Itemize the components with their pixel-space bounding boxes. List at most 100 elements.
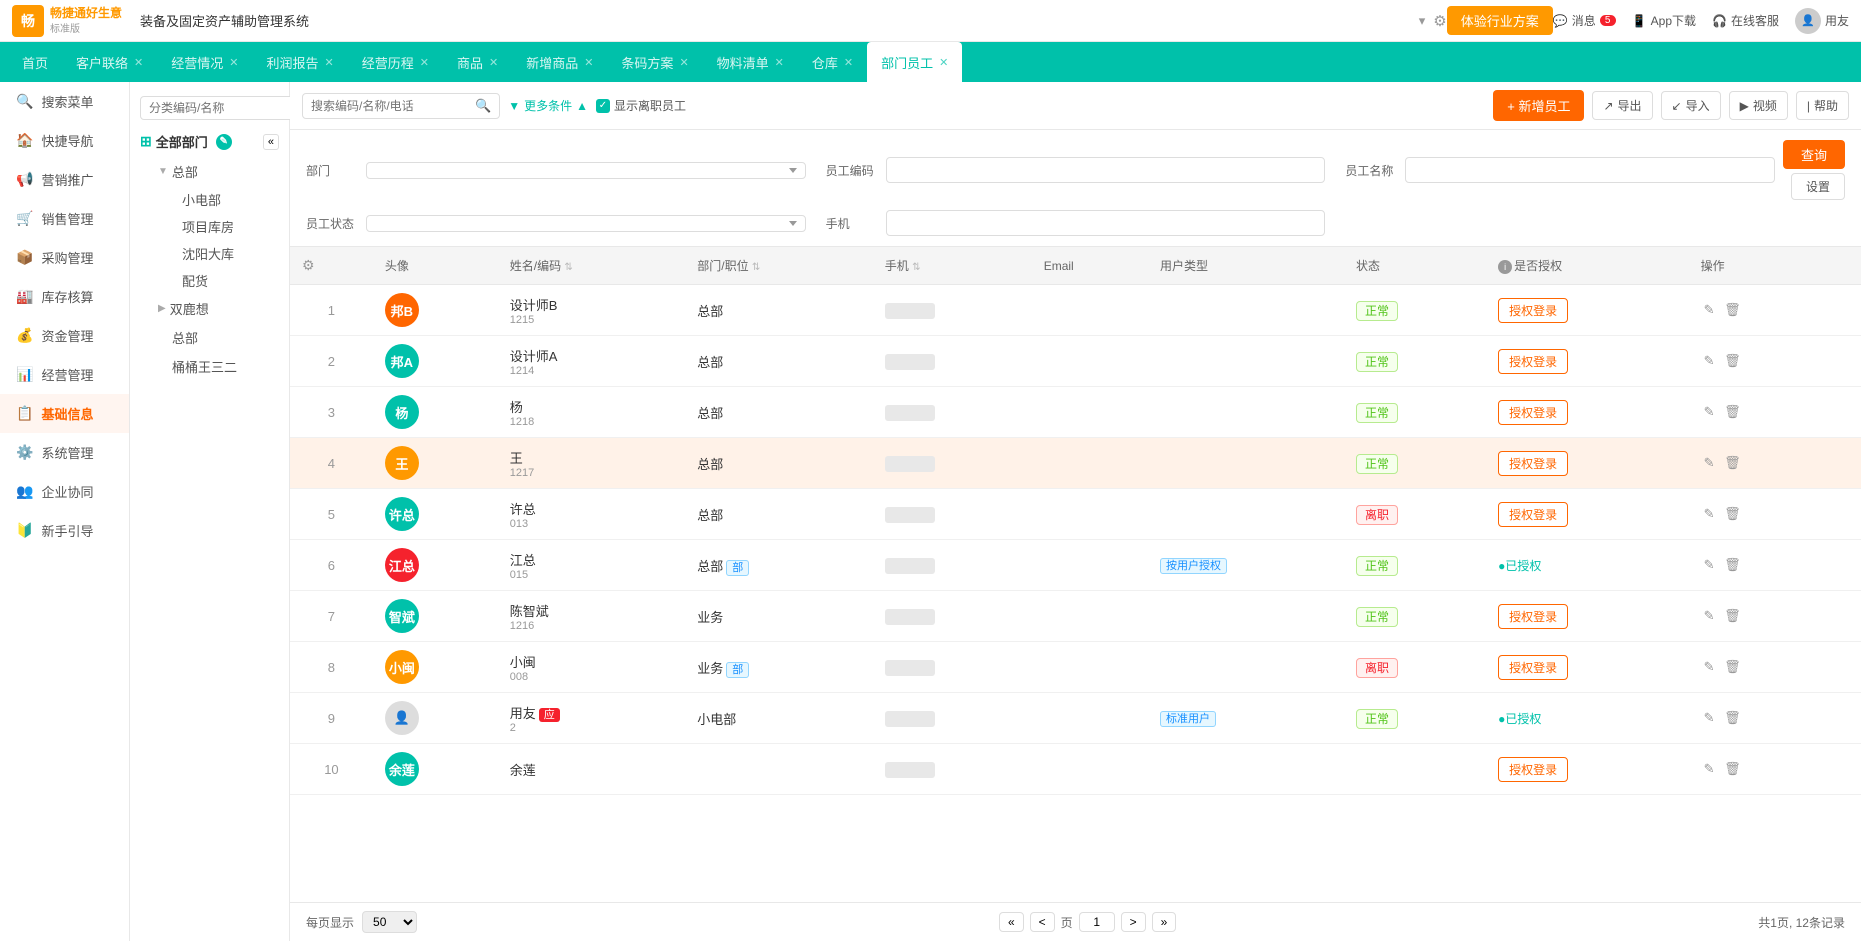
delete-btn[interactable]: 🗑 [1724,455,1741,470]
help-btn[interactable]: | 帮助 [1796,91,1849,120]
auth-login-btn[interactable]: 授权登录 [1498,400,1568,425]
edit-btn[interactable]: ✎ [1704,506,1715,521]
tab-goods[interactable]: 商品✕ [443,42,512,82]
prev-page-btn[interactable]: < [1030,912,1055,932]
filter-set-btn[interactable]: 设置 [1791,173,1845,200]
dept-node-tongwang[interactable]: 桶桶王三二 [138,352,289,381]
edit-btn[interactable]: ✎ [1704,404,1715,419]
delete-btn[interactable]: 🗑 [1724,506,1741,521]
dept-tree: 🔍 ⊞ 全部部门 ✎ « ▼ 总部 小电部 项目库房 沈阳大 [130,82,290,941]
sidebar-item-sales[interactable]: 🛒 销售管理 [0,199,129,238]
auth-login-btn[interactable]: 授权登录 [1498,757,1568,782]
delete-btn[interactable]: 🗑 [1724,302,1741,317]
delete-btn[interactable]: 🗑 [1724,353,1741,368]
table-gear-icon[interactable]: ⚙ [302,257,315,273]
dept-child-shenyang[interactable]: 沈阳大库 [154,240,289,267]
sidebar-item-guide[interactable]: 🔰 新手引导 [0,511,129,550]
sidebar-item-quicknav[interactable]: 🏠 快捷导航 [0,121,129,160]
gear-top-icon[interactable]: ⚙ [1433,12,1446,30]
delete-btn[interactable]: 🗑 [1724,557,1741,572]
page-input[interactable] [1079,912,1115,932]
dept-search-input[interactable] [140,96,313,120]
last-page-btn[interactable]: » [1152,912,1177,932]
app-download-btn[interactable]: 📱 App下载 [1632,12,1696,29]
filter-more-btn[interactable]: ▼ 更多条件 ▲ [508,97,588,114]
col-name[interactable]: 姓名/编码 ⇅ [498,247,686,285]
view-btn[interactable]: ▶ 视频 [1729,91,1788,120]
auth-login-btn[interactable]: 授权登录 [1498,655,1568,680]
per-page-select[interactable]: 50 100 200 [362,911,417,933]
sidebar-item-finance[interactable]: 💰 资金管理 [0,316,129,355]
delete-btn[interactable]: 🗑 [1724,404,1741,419]
search-input[interactable] [311,99,471,113]
sidebar-item-basic[interactable]: 📋 基础信息 [0,394,129,433]
dept-child-project[interactable]: 项目库房 [154,213,289,240]
tab-bom[interactable]: 物料清单✕ [703,42,798,82]
sidebar-item-purchase[interactable]: 📦 采购管理 [0,238,129,277]
dept-node-zongbu[interactable]: 总部 [138,323,289,352]
edit-btn[interactable]: ✎ [1704,608,1715,623]
try-button[interactable]: 体验行业方案 [1447,6,1553,35]
col-gear[interactable]: ⚙ [290,247,373,285]
show-inactive-btn[interactable]: ✓ 显示离职员工 [596,97,686,114]
tab-new-goods[interactable]: 新增商品✕ [512,42,607,82]
import-btn[interactable]: ↙ 导入 [1661,91,1721,120]
filter-empcode-input[interactable] [886,157,1326,183]
sidebar-item-search[interactable]: 🔍 搜索菜单 [0,82,129,121]
filter-phone-input[interactable] [886,210,1326,236]
tab-customer[interactable]: 客户联络✕ [62,42,157,82]
tab-dept-emp[interactable]: 部门员工✕ [867,42,962,82]
tab-profit[interactable]: 利润报告✕ [252,42,347,82]
tab-warehouse[interactable]: 仓库✕ [798,42,867,82]
sidebar-item-inventory[interactable]: 🏭 库存核算 [0,277,129,316]
sidebar-item-marketing[interactable]: 📢 营销推广 [0,160,129,199]
filter-search-btn[interactable]: 查询 [1783,140,1845,169]
dept-node-general[interactable]: ▼ 总部 [138,157,289,186]
dropdown-icon[interactable]: ▾ [1419,13,1426,29]
tab-operation[interactable]: 经营情况✕ [157,42,252,82]
filter-status-select[interactable] [366,215,806,232]
auth-login-btn[interactable]: 授权登录 [1498,451,1568,476]
message-btn[interactable]: 💬 消息 5 [1553,12,1616,29]
delete-btn[interactable]: 🗑 [1724,710,1741,725]
dept-node-shuangluxiang[interactable]: ▶ 双鹿想 [138,294,289,323]
sidebar-item-collab[interactable]: 👥 企业协同 [0,472,129,511]
first-page-btn[interactable]: « [999,912,1024,932]
search-submit-icon[interactable]: 🔍 [475,98,491,114]
sidebar-item-management[interactable]: 📊 经营管理 [0,355,129,394]
delete-btn[interactable]: 🗑 [1724,659,1741,674]
dept-child-peihuo[interactable]: 配货 [154,267,289,294]
show-inactive-checkbox[interactable]: ✓ [596,99,610,113]
edit-btn[interactable]: ✎ [1704,557,1715,572]
auth-login-btn[interactable]: 授权登录 [1498,502,1568,527]
add-employee-btn[interactable]: + 新增员工 [1493,90,1584,121]
next-page-btn[interactable]: > [1121,912,1146,932]
export-btn[interactable]: ↗ 导出 [1592,91,1652,120]
service-btn[interactable]: 🎧 在线客服 [1712,12,1779,29]
edit-btn[interactable]: ✎ [1704,659,1715,674]
col-phone[interactable]: 手机 ⇅ [873,247,1032,285]
delete-btn[interactable]: 🗑 [1724,761,1741,776]
tab-barcode[interactable]: 条码方案✕ [607,42,702,82]
tab-history[interactable]: 经营历程✕ [348,42,443,82]
sidebar-item-system[interactable]: ⚙️ 系统管理 [0,433,129,472]
auth-login-btn[interactable]: 授权登录 [1498,604,1568,629]
dept-child-xiaodian[interactable]: 小电部 [154,186,289,213]
edit-btn[interactable]: ✎ [1704,455,1715,470]
collapse-tree-btn[interactable]: « [263,134,279,150]
auth-login-btn[interactable]: 授权登录 [1498,349,1568,374]
tab-home[interactable]: 首页 [8,42,62,82]
edit-dept-icon[interactable]: ✎ [216,134,232,150]
col-dept[interactable]: 部门/职位 ⇅ [685,247,873,285]
dept-all[interactable]: ⊞ 全部部门 ✎ « [130,126,289,157]
auth-login-btn[interactable]: 授权登录 [1498,298,1568,323]
user-btn[interactable]: 👤 用友 [1795,8,1849,34]
row-email [1032,591,1148,642]
edit-btn[interactable]: ✎ [1704,353,1715,368]
delete-btn[interactable]: 🗑 [1724,608,1741,623]
filter-empname-input[interactable] [1405,157,1775,183]
edit-btn[interactable]: ✎ [1704,761,1715,776]
edit-btn[interactable]: ✎ [1704,302,1715,317]
filter-dept-select[interactable] [366,162,806,179]
edit-btn[interactable]: ✎ [1704,710,1715,725]
